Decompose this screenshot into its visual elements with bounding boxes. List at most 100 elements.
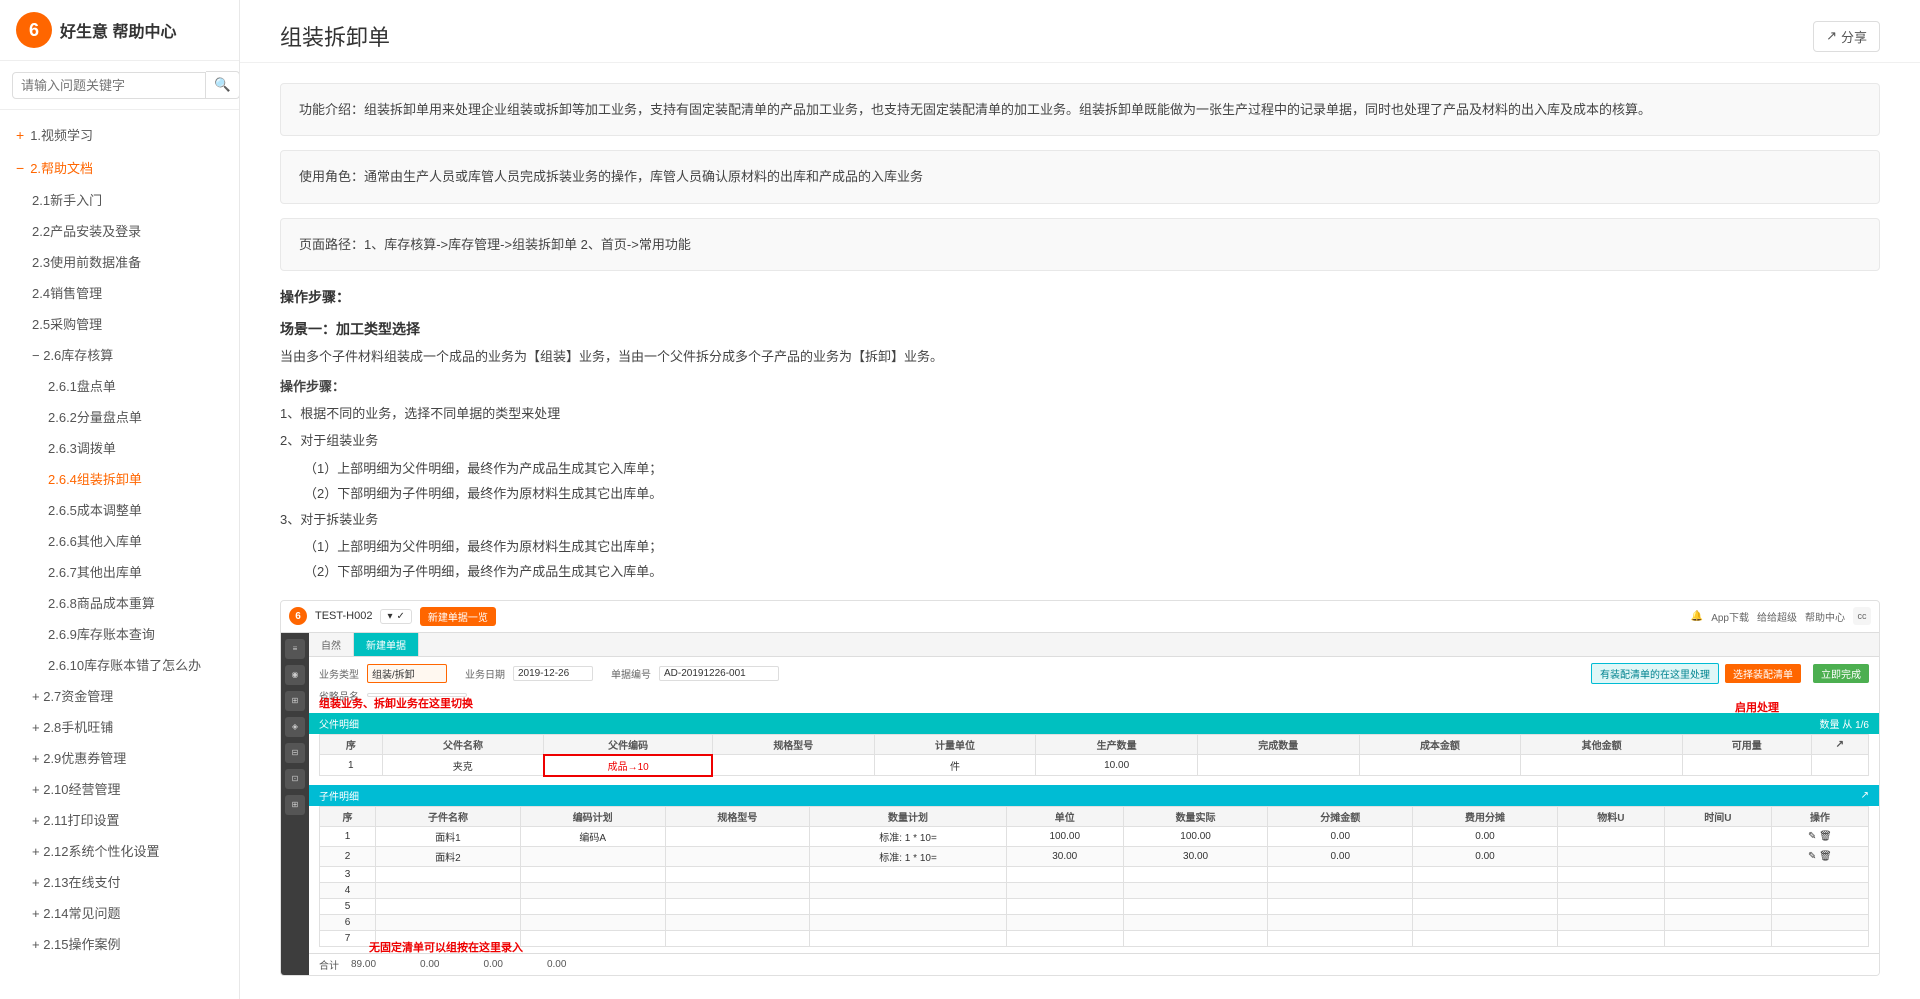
main-header: 组装拆卸单 ↗ 分享 [240,0,1920,63]
app-topbar-right: 🔔 App下载 给给超级 帮助中心 cc [1691,607,1871,625]
upper-table-row-1: 1 夹克 成品→10 件 10.00 [320,755,1869,776]
upper-section-header: 父件明细 数量 从 1/6 [309,713,1879,734]
sidebar-item-mobile[interactable]: + 2.8手机旺铺 [0,711,239,742]
app-icon-6[interactable]: ⊡ [285,769,305,789]
step2: 2、对于组装业务 [280,429,1880,452]
minus-icon-2: − [32,348,40,363]
app-icon-2[interactable]: ◉ [285,665,305,685]
app-icon-4[interactable]: ◈ [285,717,305,737]
sidebar-item-faq[interactable]: + 2.14常见问题 [0,897,239,928]
upper-th-cost: 成本金额 [1359,734,1521,755]
sidebar-item-error[interactable]: 2.6.10库存账本错了怎么办 [0,649,239,680]
app-user-btn[interactable]: cc [1853,607,1871,625]
app-icon-3[interactable]: ⊞ [285,691,305,711]
upper-th-done: 完成数量 [1197,734,1359,755]
step3: 3、对于拆装业务 [280,508,1880,531]
notice-label: 有装配清单的在这里处理 [1591,663,1719,684]
sidebar-item-data[interactable]: 2.3使用前数据准备 [0,246,239,277]
app-new-btn[interactable]: 新建单据一览 [420,607,496,626]
app-icon-7[interactable]: ⊞ [285,795,305,815]
total-val1: 89.00 [351,959,376,970]
lower-table-row-1: 1 面料1 编码A 标准: 1 * 10= 100.00 100.00 0.00 [320,826,1869,846]
sidebar-item-query[interactable]: 2.6.9库存账本查询 [0,618,239,649]
app-topbar-left: 6 TEST-H002 ▾ ✓ 新建单据一览 [289,607,496,626]
sidebar-item-inventory[interactable]: − 2.6库存核算 [0,339,239,370]
app-screenshot: 6 TEST-H002 ▾ ✓ 新建单据一览 🔔 App下载 给给超级 帮助中心 [280,600,1880,976]
path-intro-block: 页面路径：1、库存核算->库存管理->组装拆卸单 2、首页->常用功能 [280,218,1880,271]
plus-icon-8: + [32,875,40,890]
lower-table: 序 子件名称 编码计划 规格型号 数量计划 单位 数量实际 分摊金额 费用分摊 [319,806,1869,947]
search-box[interactable]: 🔍 [0,61,239,110]
minus-icon: − [16,160,24,176]
process-btn[interactable]: 选择装配清单 [1725,664,1801,683]
total-val4: 0.00 [547,959,566,970]
upper-th-other: 其他金额 [1521,734,1683,755]
sidebar-item-video[interactable]: + 1.视频学习 [0,118,239,151]
page-title: 组装拆卸单 [280,20,390,52]
nav-list: + 1.视频学习 − 2.帮助文档 2.1新手入门 2.2产品安装及登录 2.3… [0,110,239,967]
content-body: 功能介绍：组装拆卸单用来处理企业组装或拆卸等加工业务，支持有固定装配清单的产品加… [240,63,1920,999]
sidebar-item-assembly[interactable]: 2.6.4组装拆卸单 [0,463,239,494]
scene1-title: 场景一：加工类型选择 [280,319,1880,339]
app-selector[interactable]: ▾ ✓ [380,609,411,624]
lower-table-row-7: 7 [320,930,1869,946]
app-company: TEST-H002 [315,610,372,622]
operation-steps-title: 操作步骤： [280,287,1880,307]
app-icon-1[interactable]: ≡ [285,639,305,659]
sidebar-item-stocktake2[interactable]: 2.6.2分量盘点单 [0,401,239,432]
total-val2: 0.00 [420,959,439,970]
lower-table-row-6: 6 [320,914,1869,930]
plus-icon-3: + [32,720,40,735]
sidebar-item-newcomer[interactable]: 2.1新手入门 [0,184,239,215]
sidebar-item-transfer[interactable]: 2.6.3调拨单 [0,432,239,463]
upper-th-spec: 规格型号 [712,734,874,755]
sidebar-item-otherin[interactable]: 2.6.6其他入库单 [0,525,239,556]
lower-section-header: 子件明细 ↗ [309,785,1879,806]
date-input[interactable]: 2019-12-26 [513,666,593,681]
app-tab-natural[interactable]: 自然 [309,633,354,656]
sidebar-item-install[interactable]: 2.2产品安装及登录 [0,215,239,246]
lower-table-section: 序 子件名称 编码计划 规格型号 数量计划 单位 数量实际 分摊金额 费用分摊 [309,806,1879,953]
sidebar-item-cost[interactable]: 2.6.5成本调整单 [0,494,239,525]
sidebar-item-goodscost[interactable]: 2.6.8商品成本重算 [0,587,239,618]
app-icon-5[interactable]: ⊟ [285,743,305,763]
sidebar-item-custom[interactable]: + 2.12系统个性化设置 [0,835,239,866]
app-title: 好生意 帮助中心 [60,18,176,42]
lower-table-header: 序 子件名称 编码计划 规格型号 数量计划 单位 数量实际 分摊金额 费用分摊 [320,806,1869,826]
share-button[interactable]: ↗ 分享 [1813,21,1880,52]
upper-th-seq: 序 [320,734,383,755]
app-form-row-2: 省略品名 [319,688,1869,703]
sidebar-item-cash[interactable]: + 2.7资金管理 [0,680,239,711]
app-tabs: 自然 新建单据 [309,633,1879,657]
role-intro-text: 使用角色：通常由生产人员或库管人员完成拆装业务的操作，库管人员确认原材料的出库和… [299,169,923,184]
app-tab-new[interactable]: 新建单据 [354,633,419,656]
type-input[interactable]: 组装/拆卸 [367,664,447,683]
annotation-switch: 组装业务、拆卸业务在这里切换 [319,695,473,711]
share-icon: ↗ [1826,28,1837,44]
path-intro-text: 页面路径：1、库存核算->库存管理->组装拆卸单 2、首页->常用功能 [299,237,691,252]
app-main-content: 自然 新建单据 业务类型 组装/拆卸 业务日期 2019-12-26 单据编号 [309,633,1879,975]
search-input[interactable] [12,72,206,99]
sidebar-item-coupon[interactable]: + 2.9优惠券管理 [0,742,239,773]
app-form-row-1: 业务类型 组装/拆卸 业务日期 2019-12-26 单据编号 AD-20191… [319,663,1869,684]
bill-input[interactable]: AD-20191226-001 [659,666,779,681]
sidebar-item-case[interactable]: + 2.15操作案例 [0,928,239,959]
sidebar-item-docs[interactable]: − 2.帮助文档 [0,151,239,184]
sidebar-item-stocktake[interactable]: 2.6.1盘点单 [0,370,239,401]
feature-intro-block: 功能介绍：组装拆卸单用来处理企业组装或拆卸等加工业务，支持有固定装配清单的产品加… [280,83,1880,136]
upper-th-unit: 计量单位 [874,734,1036,755]
sidebar-item-pay[interactable]: + 2.13在线支付 [0,866,239,897]
search-button[interactable]: 🔍 [206,71,240,99]
sidebar-item-mgmt[interactable]: + 2.10经营管理 [0,773,239,804]
sidebar-item-purchase[interactable]: 2.5采购管理 [0,308,239,339]
sidebar-item-print[interactable]: + 2.11打印设置 [0,804,239,835]
app-badge: 6 [289,607,307,625]
plus-icon-9: + [32,906,40,921]
sidebar-item-sales[interactable]: 2.4销售管理 [0,277,239,308]
screenshot-content: 6 TEST-H002 ▾ ✓ 新建单据一览 🔔 App下载 给给超级 帮助中心 [281,601,1879,975]
sidebar-item-otherout[interactable]: 2.6.7其他出库单 [0,556,239,587]
upper-th-plan: 生产数量 [1036,734,1198,755]
confirm-btn[interactable]: 立即完成 [1813,664,1869,683]
upper-table: 序 父件名称 父件编码 规格型号 计量单位 生产数量 完成数量 成本金额 其他金 [319,734,1869,777]
role-intro-block: 使用角色：通常由生产人员或库管人员完成拆装业务的操作，库管人员确认原材料的出库和… [280,150,1880,203]
